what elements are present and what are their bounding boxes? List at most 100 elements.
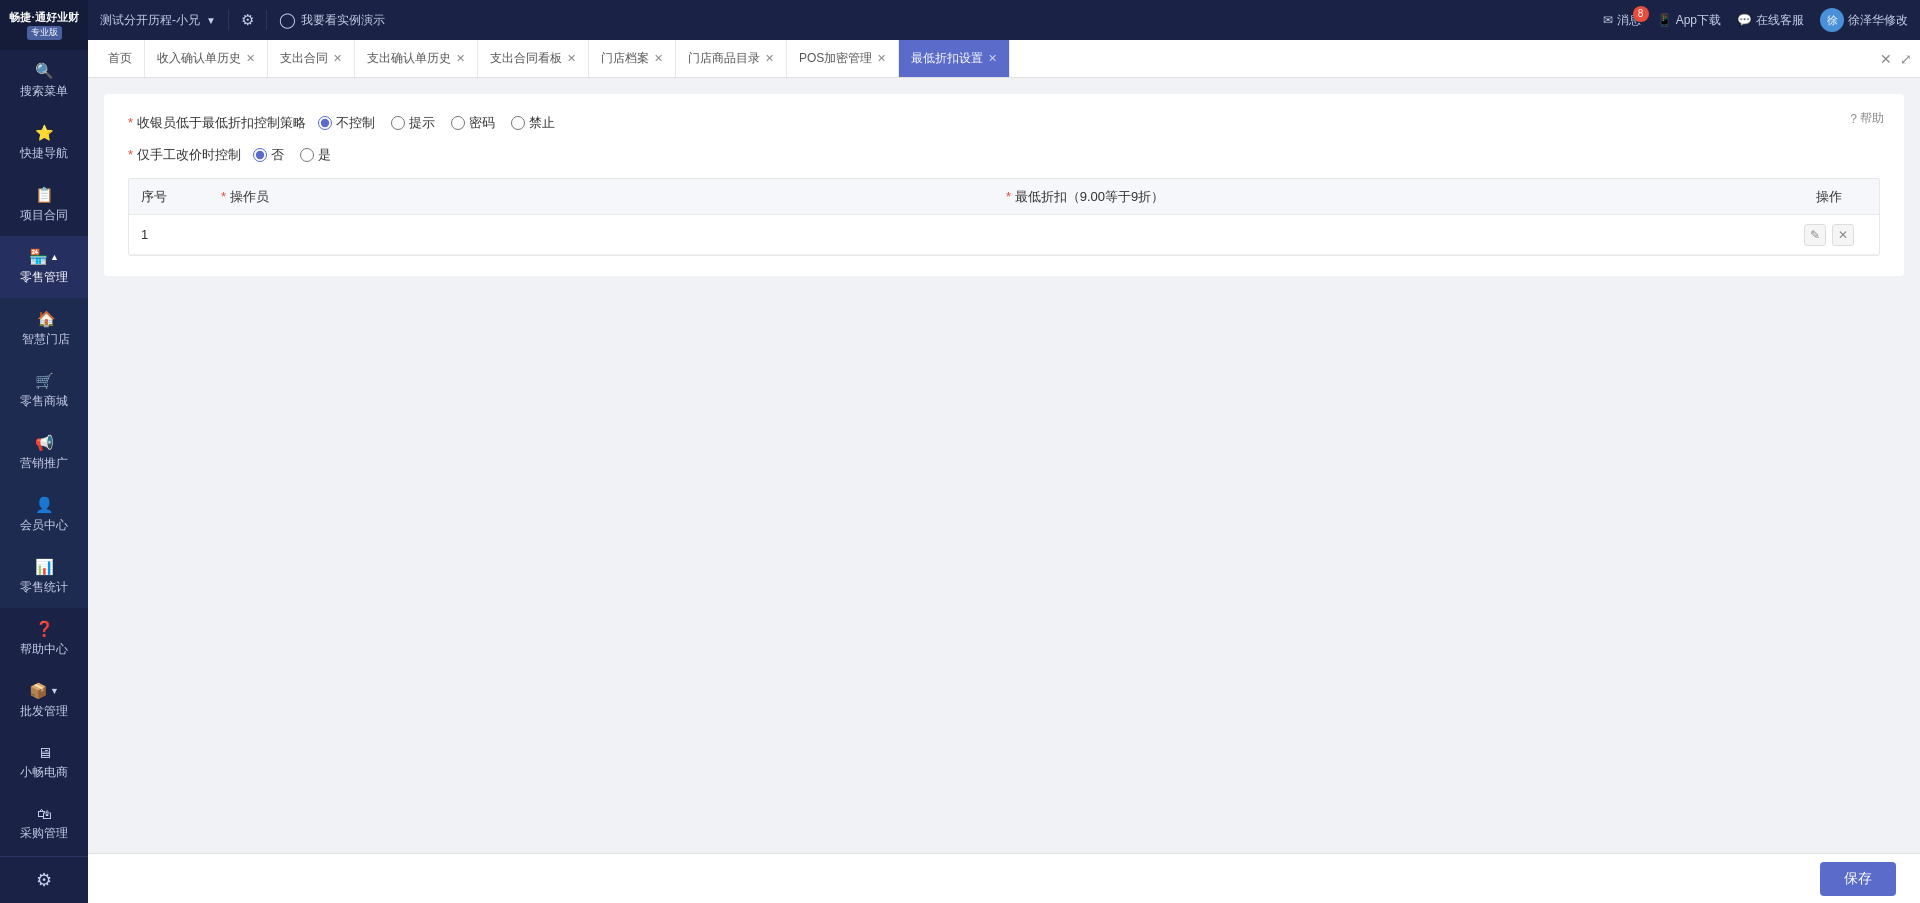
content-area: ? 帮助 * 收银员低于最低折扣控制策略 不控制 提示 bbox=[88, 78, 1920, 853]
option-no-control[interactable]: 不控制 bbox=[318, 114, 375, 132]
th-operator-required: * bbox=[221, 189, 226, 204]
option-no[interactable]: 否 bbox=[253, 146, 284, 164]
tab-payment-contract-close[interactable]: ✕ bbox=[333, 52, 342, 65]
manual-price-text: 仅手工改价时控制 bbox=[137, 147, 241, 162]
user-avatar: 徐 bbox=[1820, 8, 1844, 32]
tab-income-history[interactable]: 收入确认单历史 ✕ bbox=[145, 40, 268, 78]
tab-income-history-close[interactable]: ✕ bbox=[246, 52, 255, 65]
retail-arrow-icon: ▲ bbox=[50, 252, 59, 262]
sidebar-item-help[interactable]: ❓ 帮助中心 bbox=[0, 608, 88, 670]
tab-store-file[interactable]: 门店档案 ✕ bbox=[589, 40, 676, 78]
topbar-user[interactable]: 徐 徐泽华修改 bbox=[1820, 8, 1908, 32]
tab-payment-history-label: 支出确认单历史 bbox=[367, 50, 451, 67]
topbar-project[interactable]: 测试分开历程-小兄 ▼ bbox=[100, 12, 216, 29]
tab-home-label: 首页 bbox=[108, 50, 132, 67]
sidebar-item-marketing[interactable]: 📢 营销推广 bbox=[0, 422, 88, 484]
th-seq: 序号 bbox=[129, 188, 209, 206]
tab-store-product-close[interactable]: ✕ bbox=[765, 52, 774, 65]
tab-min-discount-close[interactable]: ✕ bbox=[988, 52, 997, 65]
discount-policy-row: * 收银员低于最低折扣控制策略 不控制 提示 密码 bbox=[128, 114, 1880, 132]
th-discount-required: * bbox=[1006, 189, 1011, 204]
question-icon: ? bbox=[1850, 112, 1857, 126]
tabs-bar: 首页 收入确认单历史 ✕ 支出合同 ✕ 支出确认单历史 ✕ 支出合同看板 ✕ 门… bbox=[88, 40, 1920, 78]
star-icon: ⭐ bbox=[35, 124, 54, 142]
tab-payment-contract[interactable]: 支出合同 ✕ bbox=[268, 40, 355, 78]
save-button[interactable]: 保存 bbox=[1820, 862, 1896, 896]
member-icon: 👤 bbox=[35, 496, 54, 514]
help-icon: ❓ bbox=[35, 620, 54, 638]
help-button[interactable]: ? 帮助 bbox=[1850, 110, 1884, 127]
radio-yes[interactable] bbox=[300, 148, 314, 162]
sidebar-item-online-store[interactable]: 🛒 零售商城 bbox=[0, 360, 88, 422]
sidebar-item-shortcut-label: 快捷导航 bbox=[20, 145, 68, 162]
tab-payment-board[interactable]: 支出合同看板 ✕ bbox=[478, 40, 589, 78]
sidebar-item-inventory[interactable]: 📦 库存核算 bbox=[0, 854, 88, 856]
logo-badge: 专业版 bbox=[27, 26, 62, 40]
sidebar-item-retail-stat-label: 零售统计 bbox=[20, 579, 68, 596]
sidebar-item-shortcut[interactable]: ⭐ 快捷导航 bbox=[0, 112, 88, 174]
topbar-demo[interactable]: ◯ 我要看实例演示 bbox=[279, 11, 385, 29]
sidebar-settings-button[interactable]: ⚙ bbox=[0, 856, 88, 903]
app-label: App下载 bbox=[1676, 12, 1721, 29]
manual-price-label: * 仅手工改价时控制 bbox=[128, 146, 241, 164]
option-password[interactable]: 密码 bbox=[451, 114, 495, 132]
tab-payment-board-close[interactable]: ✕ bbox=[567, 52, 576, 65]
tab-store-product[interactable]: 门店商品目录 ✕ bbox=[676, 40, 787, 78]
radio-remind[interactable] bbox=[391, 116, 405, 130]
tab-close-all-icon[interactable]: ✕ bbox=[1880, 51, 1892, 67]
sidebar-item-member[interactable]: 👤 会员中心 bbox=[0, 484, 88, 546]
th-operator-label: 操作员 bbox=[230, 189, 269, 204]
tab-expand-icon[interactable]: ⤢ bbox=[1900, 51, 1912, 67]
tab-min-discount[interactable]: 最低折扣设置 ✕ bbox=[899, 40, 1010, 78]
tab-income-history-label: 收入确认单历史 bbox=[157, 50, 241, 67]
radio-forbid[interactable] bbox=[511, 116, 525, 130]
tabs-actions: ✕ ⤢ bbox=[1880, 51, 1912, 67]
sidebar-menu: 🔍 搜索菜单 ⭐ 快捷导航 📋 项目合同 🏪 ▲ 零售管理 🏠 智慧门店 🛒 零… bbox=[0, 50, 88, 856]
sidebar-item-wholesale[interactable]: 📦 ▼ 批发管理 bbox=[0, 670, 88, 732]
sidebar-item-purchase[interactable]: 🛍 采购管理 bbox=[0, 793, 88, 854]
table-header: 序号 * 操作员 * 最低折扣（9.00等于9折） 操作 bbox=[129, 179, 1879, 215]
radio-no[interactable] bbox=[253, 148, 267, 162]
option-yes[interactable]: 是 bbox=[300, 146, 331, 164]
project-name: 测试分开历程-小兄 bbox=[100, 12, 200, 29]
topbar: 测试分开历程-小兄 ▼ ⚙ ◯ 我要看实例演示 ✉ 消息 8 📱 App下载 💬… bbox=[88, 0, 1920, 40]
tab-payment-history-close[interactable]: ✕ bbox=[456, 52, 465, 65]
main-area: 测试分开历程-小兄 ▼ ⚙ ◯ 我要看实例演示 ✉ 消息 8 📱 App下载 💬… bbox=[88, 0, 1920, 903]
sidebar-item-retail-stat[interactable]: 📊 零售统计 bbox=[0, 546, 88, 608]
th-operator: * 操作员 bbox=[209, 188, 994, 206]
topbar-app-download[interactable]: 📱 App下载 bbox=[1657, 12, 1721, 29]
sidebar-item-contract[interactable]: 📋 项目合同 bbox=[0, 174, 88, 236]
option-forbid[interactable]: 禁止 bbox=[511, 114, 555, 132]
tab-home[interactable]: 首页 bbox=[96, 40, 145, 78]
discount-policy-label: * 收银员低于最低折扣控制策略 bbox=[128, 114, 306, 132]
option-no-label: 否 bbox=[271, 146, 284, 164]
tab-payment-contract-label: 支出合同 bbox=[280, 50, 328, 67]
sidebar-item-retail[interactable]: 🏪 ▲ 零售管理 bbox=[0, 236, 88, 298]
sidebar-item-ecommerce[interactable]: 🖥 小畅电商 bbox=[0, 732, 88, 793]
edit-row-button[interactable]: ✎ bbox=[1804, 224, 1826, 246]
radio-no-control[interactable] bbox=[318, 116, 332, 130]
sidebar-item-help-label: 帮助中心 bbox=[20, 641, 68, 658]
tab-pos-password-close[interactable]: ✕ bbox=[877, 52, 886, 65]
service-label: 在线客服 bbox=[1756, 12, 1804, 29]
topbar-settings-button[interactable]: ⚙ bbox=[241, 11, 254, 29]
topbar-online-service[interactable]: 💬 在线客服 bbox=[1737, 12, 1804, 29]
option-remind[interactable]: 提示 bbox=[391, 114, 435, 132]
td-seq-1: 1 bbox=[129, 227, 209, 242]
tab-pos-password[interactable]: POS加密管理 ✕ bbox=[787, 40, 899, 78]
sidebar-item-search[interactable]: 🔍 搜索菜单 bbox=[0, 50, 88, 112]
topbar-message[interactable]: ✉ 消息 8 bbox=[1603, 12, 1641, 29]
delete-row-button[interactable]: ✕ bbox=[1832, 224, 1854, 246]
sidebar-item-wholesale-label: 批发管理 bbox=[20, 703, 68, 720]
tab-payment-history[interactable]: 支出确认单历史 ✕ bbox=[355, 40, 478, 78]
sidebar-item-ecommerce-label: 小畅电商 bbox=[20, 764, 68, 781]
tab-store-file-close[interactable]: ✕ bbox=[654, 52, 663, 65]
retail-icon: 🏪 bbox=[29, 248, 48, 266]
search-icon: 🔍 bbox=[35, 62, 54, 80]
radio-password[interactable] bbox=[451, 116, 465, 130]
option-forbid-label: 禁止 bbox=[529, 114, 555, 132]
tab-payment-board-label: 支出合同看板 bbox=[490, 50, 562, 67]
message-badge: 8 bbox=[1633, 6, 1649, 22]
sidebar-item-smart-store[interactable]: 🏠 智慧门店 bbox=[0, 298, 88, 360]
th-discount-label: 最低折扣（9.00等于9折） bbox=[1015, 189, 1165, 204]
